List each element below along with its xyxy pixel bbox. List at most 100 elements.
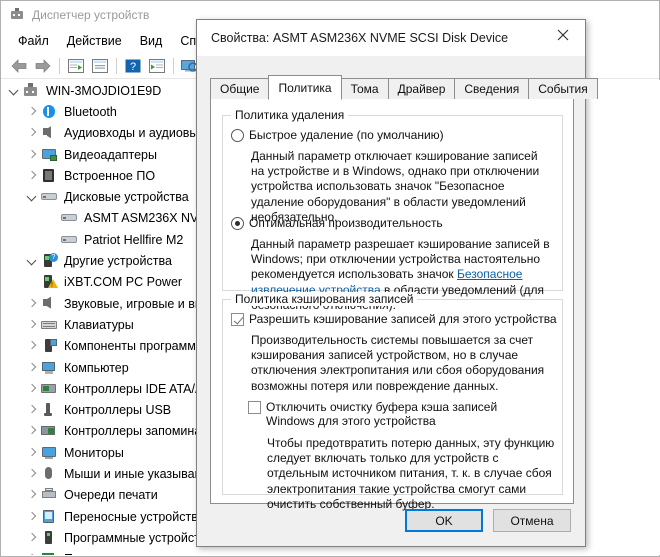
dialog-button-row: OK Отмена <box>197 509 585 532</box>
back-arrow-icon[interactable] <box>8 56 30 76</box>
menu-item-file[interactable]: Файл <box>9 31 58 51</box>
tab-label: События <box>538 82 588 96</box>
sound-video-icon <box>40 296 59 312</box>
better-performance-radio[interactable] <box>231 217 244 230</box>
tab-label: Политика <box>278 80 332 95</box>
chevron-right-icon[interactable] <box>24 296 40 312</box>
tab-strip: Общие Политика Тома Драйвер Сведения Соб… <box>210 75 598 100</box>
chevron-right-icon[interactable] <box>24 104 40 120</box>
chevron-right-icon[interactable] <box>24 338 40 354</box>
dialog-title: Свойства: ASMT ASM236X NVME SCSI Disk De… <box>211 31 509 45</box>
usb-controller-icon <box>40 402 59 418</box>
help-icon[interactable]: ? <box>122 56 144 76</box>
disable-buffer-flush-checkbox[interactable] <box>248 401 261 414</box>
chevron-right-icon[interactable] <box>24 125 40 141</box>
device-manager-title: Диспетчер устройств <box>32 8 150 22</box>
enable-write-caching-label: Разрешить кэширование записей для этого … <box>249 312 557 326</box>
chevron-down-icon[interactable] <box>6 83 22 99</box>
tree-item-label: Bluetooth <box>64 104 117 119</box>
keyboard-icon <box>40 317 59 333</box>
unknown-device-warning-icon: ! <box>40 274 59 290</box>
chevron-right-icon[interactable] <box>24 317 40 333</box>
better-performance-label: Оптимальная производительность <box>249 216 443 230</box>
tree-item-label: Встроенное ПО <box>64 168 156 183</box>
chevron-right-icon[interactable] <box>24 360 40 376</box>
tab-events[interactable]: События <box>528 78 598 99</box>
quick-removal-label: Быстрое удаление (по умолчанию) <box>249 128 444 142</box>
disable-buffer-flush-label: Отключить очистку буфера кэша записей Wi… <box>266 400 498 428</box>
toolbar-separator <box>116 57 117 74</box>
tab-general[interactable]: Общие <box>210 78 270 99</box>
menu-item-view[interactable]: Вид <box>131 31 172 51</box>
chevron-right-icon[interactable] <box>24 168 40 184</box>
disk-drive-icon <box>60 232 79 248</box>
disable-buffer-flush-description: Чтобы предотвратить потерю данных, эту ф… <box>267 436 555 511</box>
chevron-right-icon[interactable] <box>24 487 40 503</box>
device-manager-icon <box>9 8 25 22</box>
tab-page-policy: Политика удаления Быстрое удаление (по у… <box>210 98 574 511</box>
chevron-right-icon[interactable] <box>24 381 40 397</box>
tab-label: Сведения <box>464 82 520 96</box>
properties-icon[interactable] <box>65 56 87 76</box>
ide-controller-icon <box>40 381 59 397</box>
enable-write-caching-row[interactable]: Разрешить кэширование записей для этого … <box>231 312 557 326</box>
software-component-icon <box>40 338 59 354</box>
printer-icon <box>40 487 59 503</box>
tree-item-label: Клавиатуры <box>64 317 134 332</box>
tree-item-processors[interactable]: Процессоры <box>2 549 660 555</box>
chevron-right-icon[interactable] <box>24 466 40 482</box>
forward-arrow-icon[interactable] <box>32 56 54 76</box>
processor-icon <box>40 551 59 555</box>
mouse-icon <box>40 466 59 482</box>
tree-item-label: Другие устройства <box>64 254 172 269</box>
enable-write-caching-checkbox[interactable] <box>231 313 244 326</box>
update-driver-icon[interactable] <box>146 56 168 76</box>
ok-button[interactable]: OK <box>405 509 483 532</box>
chevron-right-icon[interactable] <box>24 509 40 525</box>
chevron-down-icon[interactable] <box>24 189 40 205</box>
tree-item-label: Программные устройства <box>64 530 214 545</box>
tab-label: Драйвер <box>397 82 446 96</box>
menu-item-action[interactable]: Действие <box>58 31 131 51</box>
tree-item-label: Мониторы <box>64 445 124 460</box>
tree-item-label: Дисковые устройства <box>64 190 189 205</box>
chevron-right-icon[interactable] <box>24 402 40 418</box>
software-device-icon <box>40 530 59 546</box>
tab-label: Общие <box>220 82 260 96</box>
tree-item-label: WIN-3MOJDIO1E9D <box>46 83 162 98</box>
toolbar-separator <box>59 57 60 74</box>
tab-policy[interactable]: Политика <box>268 75 342 100</box>
enable-write-caching-description: Производительность системы повышается за… <box>251 333 545 393</box>
quick-removal-radio-row[interactable]: Быстрое удаление (по умолчанию) <box>231 128 444 142</box>
device-properties-dialog: Свойства: ASMT ASM236X NVME SCSI Disk De… <box>196 19 598 547</box>
chevron-down-icon[interactable] <box>24 253 40 269</box>
tree-item-label: Переносные устройства <box>64 509 205 524</box>
portable-device-icon <box>40 509 59 525</box>
cancel-button[interactable]: Отмена <box>493 509 571 532</box>
ok-button-label: OK <box>435 513 453 528</box>
toolbar-separator <box>173 57 174 74</box>
write-caching-policy-group: Политика кэширования записей Разрешить к… <box>222 292 563 511</box>
close-icon[interactable] <box>541 20 585 50</box>
removal-policy-group: Политика удаления Быстрое удаление (по у… <box>222 108 563 312</box>
write-caching-group-title: Политика кэширования записей <box>231 292 418 306</box>
chevron-right-icon[interactable] <box>24 551 40 555</box>
tab-details[interactable]: Сведения <box>454 78 530 99</box>
tree-item-label: iXBT.COM PC Power <box>64 275 183 290</box>
firmware-icon <box>40 168 59 184</box>
chevron-right-icon[interactable] <box>24 530 40 546</box>
disk-drive-icon <box>60 210 79 226</box>
better-performance-radio-row[interactable]: Оптимальная производительность <box>231 216 443 230</box>
chevron-right-icon[interactable] <box>24 423 40 439</box>
details-pane-icon[interactable] <box>89 56 111 76</box>
monitor-icon <box>40 445 59 461</box>
quick-removal-radio[interactable] <box>231 129 244 142</box>
tree-item-label: Видеоадаптеры <box>64 147 157 162</box>
tab-driver[interactable]: Драйвер <box>387 78 456 99</box>
chevron-right-icon[interactable] <box>24 147 40 163</box>
tab-volumes[interactable]: Тома <box>340 78 389 99</box>
removal-policy-group-title: Политика удаления <box>231 108 349 122</box>
other-devices-icon: ? <box>40 253 59 269</box>
disable-buffer-flush-row[interactable]: Отключить очистку буфера кэша записей Wi… <box>248 400 548 428</box>
chevron-right-icon[interactable] <box>24 445 40 461</box>
